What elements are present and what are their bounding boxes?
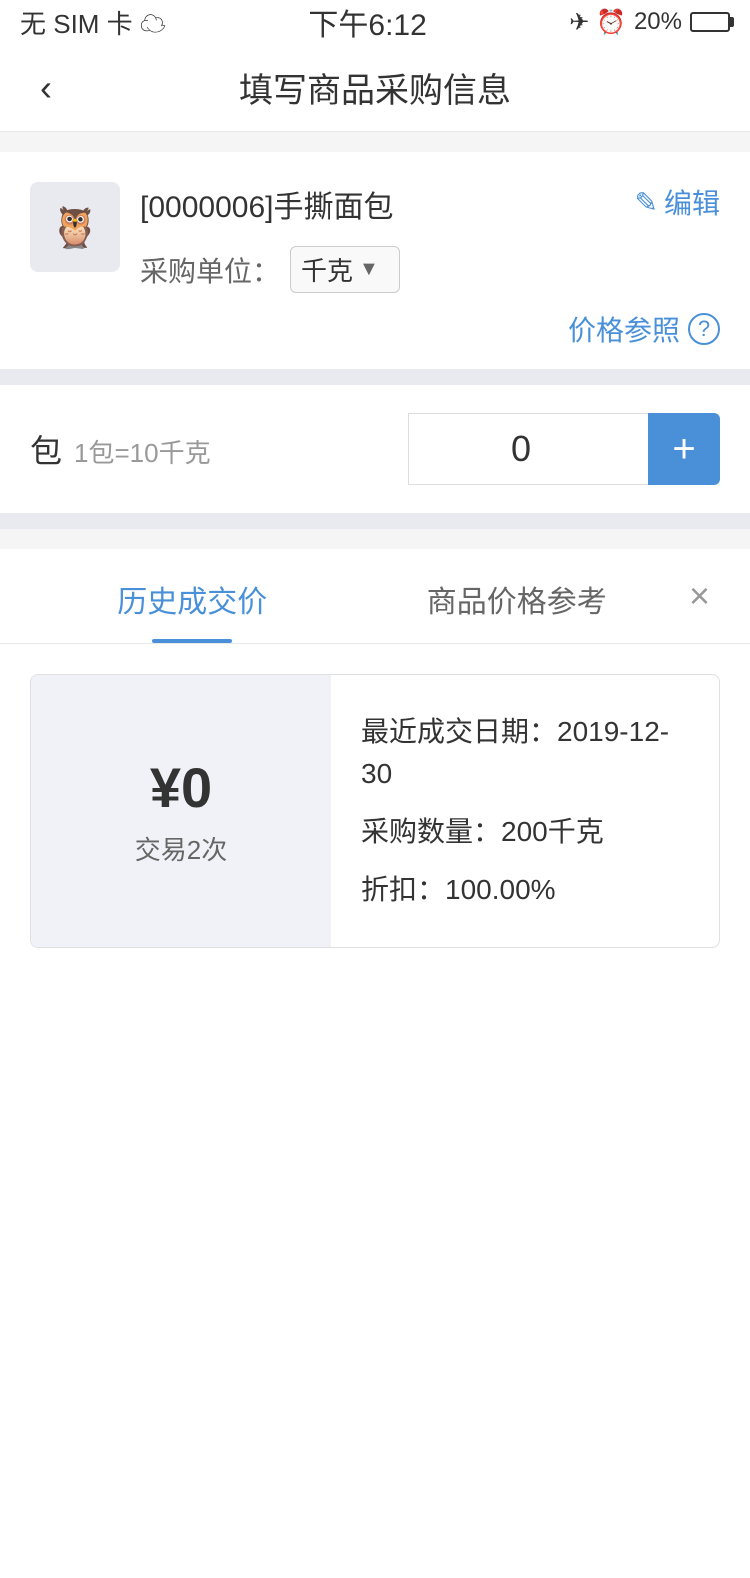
price-currency: ¥ — [150, 756, 181, 819]
tab-history-price[interactable]: 历史成交价 — [30, 549, 354, 643]
price-main: ¥0 — [150, 755, 212, 820]
battery-percent: 20% — [634, 8, 682, 36]
tab-close-button[interactable]: × — [679, 565, 720, 627]
discount-label: 折扣： — [361, 874, 445, 905]
help-icon: ? — [688, 313, 720, 345]
recent-date-label: 最近成交日期： — [361, 716, 557, 747]
quantity-plus-button[interactable]: + — [648, 413, 720, 485]
price-card-left: ¥0 交易2次 — [31, 675, 331, 947]
price-ref-button[interactable]: 价格参照 ? — [568, 309, 720, 349]
recent-date-row: 最近成交日期：2019-12-30 — [361, 711, 689, 795]
status-right: ✈ ⏰ 20% — [569, 8, 730, 37]
unit-value: 千克 — [301, 251, 353, 288]
quantity-input-group: + — [408, 413, 720, 485]
bottom-space — [0, 978, 750, 1578]
tabs-divider — [0, 513, 750, 529]
product-name: [0000006]手撕面包 — [140, 182, 635, 226]
edit-icon: ✎ — [635, 186, 658, 219]
quantity-row: 包 1包=10千克 + — [0, 385, 750, 513]
network-status: 无 SIM 卡 ☁ — [20, 4, 166, 41]
edit-label: 编辑 — [664, 182, 720, 222]
discount-value: 100.00% — [445, 874, 556, 905]
purchase-qty-row: 采购数量：200千克 — [361, 811, 689, 853]
price-value: 0 — [181, 756, 212, 819]
pkg-sub: 1包=10千克 — [74, 433, 211, 470]
unit-dropdown-arrow: ▼ — [359, 258, 379, 281]
tab-content: ¥0 交易2次 最近成交日期：2019-12-30 采购数量：200千克 折扣：… — [0, 644, 750, 978]
price-ref-label: 价格参照 — [568, 309, 680, 349]
price-card-right: 最近成交日期：2019-12-30 采购数量：200千克 折扣：100.00% — [331, 675, 719, 947]
back-button[interactable]: ‹ — [30, 57, 62, 119]
product-thumbnail: 🦉 — [30, 182, 120, 272]
quantity-input[interactable] — [408, 413, 648, 485]
product-owl-icon: 🦉 — [50, 204, 100, 251]
battery-icon — [690, 12, 730, 32]
tab-price-reference[interactable]: 商品价格参考 — [354, 549, 678, 643]
unit-select[interactable]: 千克 ▼ — [290, 246, 400, 293]
pkg-label: 包 — [30, 426, 62, 472]
signal-icons: ✈ ⏰ — [569, 8, 626, 37]
price-card: ¥0 交易2次 最近成交日期：2019-12-30 采购数量：200千克 折扣：… — [30, 674, 720, 948]
section-divider — [0, 369, 750, 385]
purchase-qty-label: 采购数量： — [361, 816, 501, 847]
unit-label: 采购单位： — [140, 250, 280, 290]
page-title: 填写商品采购信息 — [239, 63, 511, 112]
purchase-qty-value: 200千克 — [501, 816, 604, 847]
transaction-count: 交易2次 — [135, 830, 227, 867]
product-section: 🦉 [0000006]手撕面包 采购单位： 千克 ▼ ✎ 编辑 — [0, 152, 750, 369]
product-info: [0000006]手撕面包 采购单位： 千克 ▼ — [140, 182, 635, 293]
status-bar: 无 SIM 卡 ☁ 下午6:12 ✈ ⏰ 20% — [0, 0, 750, 44]
discount-row: 折扣：100.00% — [361, 869, 689, 911]
nav-bar: ‹ 填写商品采购信息 — [0, 44, 750, 132]
status-left: 无 SIM 卡 ☁ — [20, 4, 166, 41]
tabs-section: 历史成交价 商品价格参考 × ¥0 交易2次 最近成交日期：2019-12-30… — [0, 549, 750, 978]
edit-button[interactable]: ✎ 编辑 — [635, 182, 720, 222]
status-time: 下午6:12 — [308, 0, 426, 44]
tabs-header: 历史成交价 商品价格参考 × — [0, 549, 750, 644]
